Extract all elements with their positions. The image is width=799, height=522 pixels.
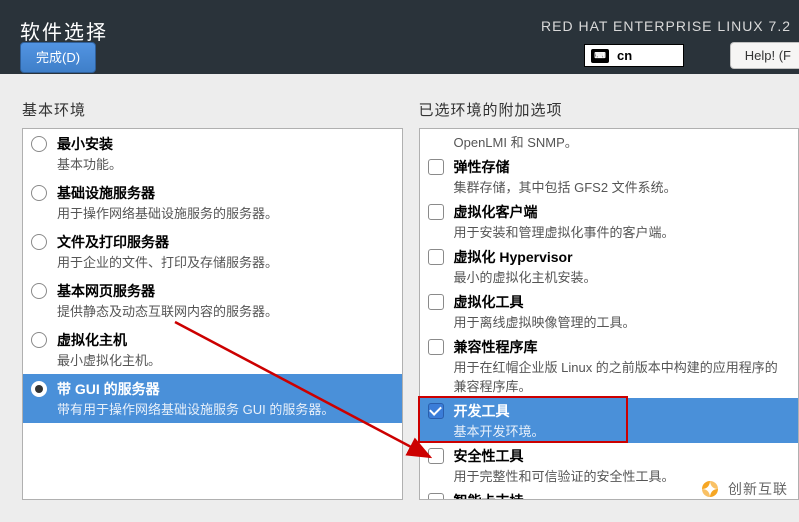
checkbox-icon[interactable] bbox=[428, 249, 444, 265]
env-item-name: 基本网页服务器 bbox=[57, 281, 278, 301]
checkbox-icon[interactable] bbox=[428, 294, 444, 310]
addon-item[interactable]: 虚拟化 Hypervisor最小的虚拟化主机安装。 bbox=[420, 244, 799, 289]
env-item-desc: 基本功能。 bbox=[57, 154, 122, 173]
addon-item-name: 虚拟化客户端 bbox=[454, 202, 675, 222]
env-item[interactable]: 基本网页服务器提供静态及动态互联网内容的服务器。 bbox=[23, 276, 402, 325]
keyboard-layout-indicator[interactable]: ⌨ cn bbox=[584, 44, 684, 67]
addon-item-desc: 用于离线虚拟映像管理的工具。 bbox=[454, 312, 636, 331]
watermark-text: 创新互联 bbox=[728, 479, 788, 499]
addons-heading: 已选环境的附加选项 bbox=[419, 99, 799, 120]
checkbox-icon[interactable] bbox=[428, 448, 444, 464]
env-item[interactable]: 最小安装基本功能。 bbox=[23, 129, 402, 178]
addon-item[interactable]: 开发工具基本开发环境。 bbox=[420, 398, 799, 443]
env-item[interactable]: 虚拟化主机最小虚拟化主机。 bbox=[23, 325, 402, 374]
addon-item[interactable]: 虚拟化客户端用于安装和管理虚拟化事件的客户端。 bbox=[420, 199, 799, 244]
addon-item-desc: 基本开发环境。 bbox=[454, 421, 545, 440]
addon-item[interactable]: 弹性存储集群存储，其中包括 GFS2 文件系统。 bbox=[420, 154, 799, 199]
addon-item-name: 智能卡支持 bbox=[454, 491, 584, 500]
addon-item-name: 安全性工具 bbox=[454, 446, 675, 466]
radio-icon[interactable] bbox=[31, 234, 47, 250]
checkbox-icon[interactable] bbox=[428, 159, 444, 175]
addon-item-desc: 最小的虚拟化主机安装。 bbox=[454, 267, 597, 286]
keyboard-icon: ⌨ bbox=[591, 49, 609, 63]
addon-item[interactable]: 虚拟化工具用于离线虚拟映像管理的工具。 bbox=[420, 289, 799, 334]
watermark: 创新互联 bbox=[692, 475, 794, 503]
checkbox-icon[interactable] bbox=[428, 339, 444, 355]
addon-item-name: 弹性存储 bbox=[454, 157, 677, 177]
addon-item-name: 虚拟化 Hypervisor bbox=[454, 247, 597, 267]
addon-item-name: 虚拟化工具 bbox=[454, 292, 636, 312]
help-button[interactable]: Help! (F bbox=[730, 42, 799, 69]
addon-item-desc: 用于在红帽企业版 Linux 的之前版本中构建的应用程序的兼容程序库。 bbox=[454, 357, 791, 395]
env-item-desc: 最小虚拟化主机。 bbox=[57, 350, 161, 369]
env-item-name: 基础设施服务器 bbox=[57, 183, 278, 203]
env-item-name: 虚拟化主机 bbox=[57, 330, 161, 350]
env-item-desc: 带有用于操作网络基础设施服务 GUI 的服务器。 bbox=[57, 399, 334, 418]
radio-icon[interactable] bbox=[31, 332, 47, 348]
addon-item-name: 开发工具 bbox=[454, 401, 545, 421]
radio-icon[interactable] bbox=[31, 136, 47, 152]
addon-item-name: 兼容性程序库 bbox=[454, 337, 791, 357]
checkbox-icon[interactable] bbox=[428, 204, 444, 220]
env-item-name: 文件及打印服务器 bbox=[57, 232, 278, 252]
env-item[interactable]: 基础设施服务器用于操作网络基础设施服务的服务器。 bbox=[23, 178, 402, 227]
addon-item-desc: 集群存储，其中包括 GFS2 文件系统。 bbox=[454, 177, 677, 196]
base-env-list[interactable]: 最小安装基本功能。基础设施服务器用于操作网络基础设施服务的服务器。文件及打印服务… bbox=[22, 128, 403, 500]
radio-icon[interactable] bbox=[31, 381, 47, 397]
watermark-logo-icon bbox=[698, 477, 722, 501]
env-item[interactable]: 文件及打印服务器用于企业的文件、打印及存储服务器。 bbox=[23, 227, 402, 276]
addon-item[interactable]: 兼容性程序库用于在红帽企业版 Linux 的之前版本中构建的应用程序的兼容程序库… bbox=[420, 334, 799, 398]
distro-label: RED HAT ENTERPRISE LINUX 7.2 bbox=[541, 18, 791, 34]
radio-icon[interactable] bbox=[31, 185, 47, 201]
keyboard-layout-code: cn bbox=[617, 48, 632, 63]
env-item-desc: 用于操作网络基础设施服务的服务器。 bbox=[57, 203, 278, 222]
env-item-desc: 用于企业的文件、打印及存储服务器。 bbox=[57, 252, 278, 271]
env-item[interactable]: 带 GUI 的服务器带有用于操作网络基础设施服务 GUI 的服务器。 bbox=[23, 374, 402, 423]
env-item-desc: 提供静态及动态互联网内容的服务器。 bbox=[57, 301, 278, 320]
page-title: 软件选择 bbox=[20, 16, 108, 45]
base-env-heading: 基本环境 bbox=[22, 99, 403, 120]
addons-list[interactable]: OpenLMI 和 SNMP。弹性存储集群存储，其中包括 GFS2 文件系统。虚… bbox=[419, 128, 799, 500]
done-button[interactable]: 完成(D) bbox=[20, 42, 96, 73]
checkbox-icon[interactable] bbox=[428, 403, 444, 419]
radio-icon[interactable] bbox=[31, 283, 47, 299]
checkbox-icon[interactable] bbox=[428, 493, 444, 500]
addon-item-desc: OpenLMI 和 SNMP。 bbox=[454, 132, 578, 151]
env-item-name: 带 GUI 的服务器 bbox=[57, 379, 334, 399]
addon-item-desc: 用于完整性和可信验证的安全性工具。 bbox=[454, 466, 675, 485]
env-item-name: 最小安装 bbox=[57, 134, 122, 154]
addon-item-partial: OpenLMI 和 SNMP。 bbox=[420, 129, 799, 154]
addon-item-desc: 用于安装和管理虚拟化事件的客户端。 bbox=[454, 222, 675, 241]
